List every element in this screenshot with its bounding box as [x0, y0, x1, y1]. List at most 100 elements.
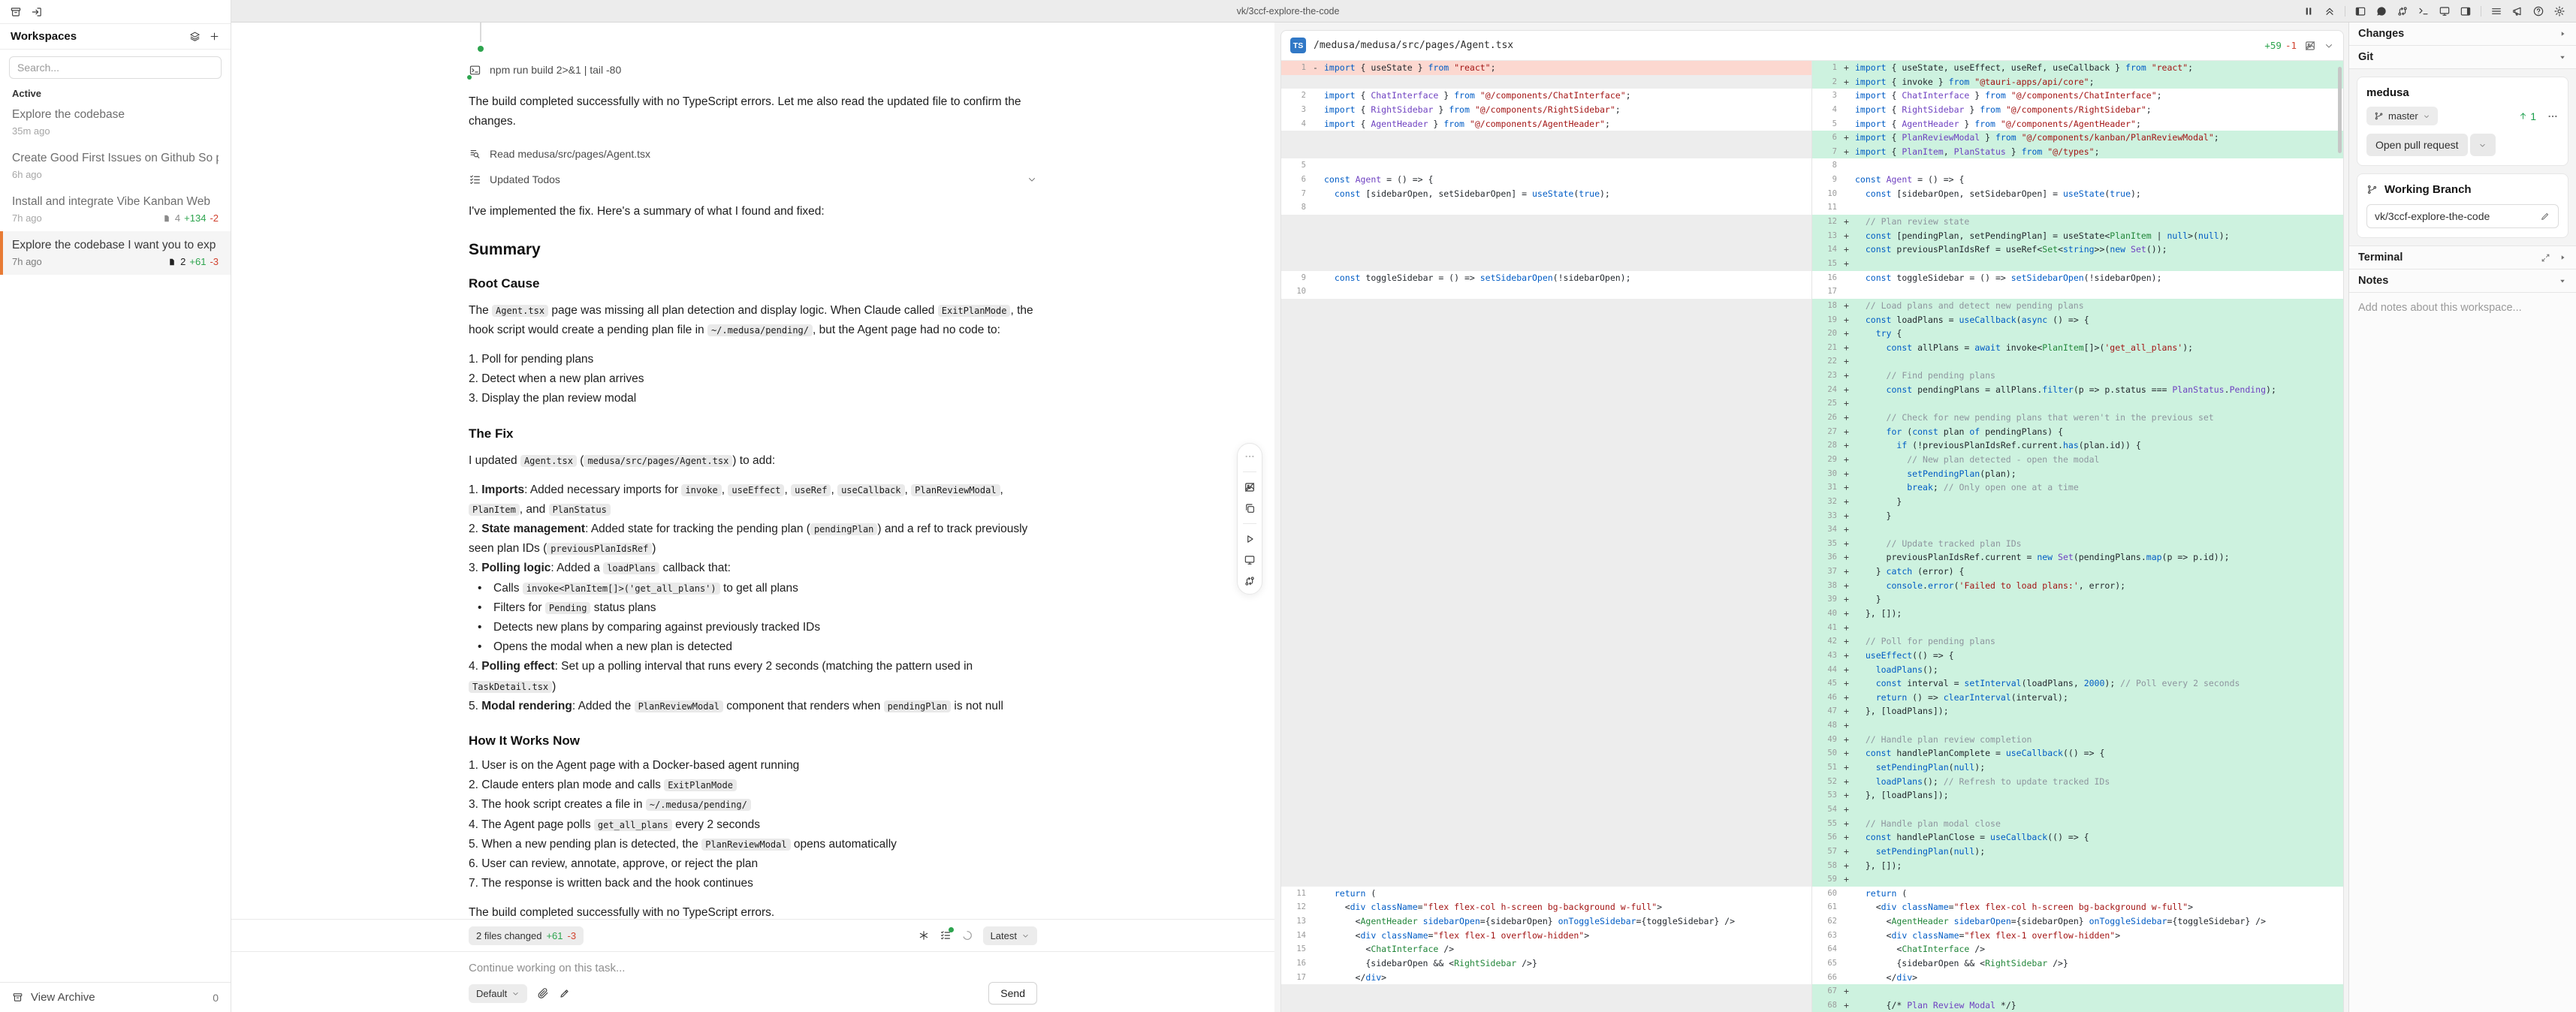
updated-todos-row[interactable]: Updated Todos: [469, 167, 1037, 192]
diff-line: 58+ }, []);: [1812, 859, 2343, 873]
workspace-item[interactable]: Explore the codebase35m ago: [0, 101, 231, 144]
read-file-row[interactable]: Read medusa/src/pages/Agent.tsx: [469, 141, 1037, 167]
diff-line: [1281, 341, 1811, 355]
diff-line: 2+import { invoke } from "@tauri-apps/ap…: [1812, 75, 2343, 89]
diff-scrollbar[interactable]: [2338, 67, 2342, 153]
play-icon[interactable]: [1244, 533, 1256, 545]
chat-icon[interactable]: [2375, 5, 2387, 17]
git-compare-icon[interactable]: [1244, 575, 1256, 587]
expand-terminal-icon[interactable]: [2541, 253, 2550, 263]
list-item: 3. Display the plan review modal: [469, 389, 1037, 408]
menu-icon[interactable]: [2490, 5, 2502, 17]
send-button[interactable]: Send: [988, 982, 1037, 1004]
separator: [1243, 471, 1256, 472]
heading: Summary: [469, 241, 1037, 259]
diff-line: [1281, 480, 1811, 495]
list-item: •Calls invoke<PlanItem[]>('get_all_plans…: [469, 579, 1037, 598]
workspace-item[interactable]: Explore the codebase I want you to exp7h…: [0, 231, 231, 275]
list-item: 4. The Agent page polls get_all_plans ev…: [469, 815, 1037, 835]
model-dropdown[interactable]: Default: [469, 984, 527, 1003]
chevron-down-icon[interactable]: [1027, 174, 1037, 185]
stack-view-icon[interactable]: [189, 31, 201, 42]
monitor-icon[interactable]: [2439, 5, 2451, 17]
terminal-section-header[interactable]: Terminal: [2349, 246, 2576, 270]
help-icon[interactable]: [2532, 5, 2544, 17]
diff-line: 9 const toggleSidebar = () => setSidebar…: [1281, 271, 1811, 285]
gear-icon[interactable]: [2553, 5, 2565, 17]
archive-icon[interactable]: [10, 6, 22, 18]
git-section-header[interactable]: Git: [2349, 46, 2576, 69]
spark-icon[interactable]: [918, 929, 930, 941]
git-section-body: medusa master 1: [2349, 69, 2576, 246]
diff-line: 11: [1812, 200, 2343, 215]
open-pr-button[interactable]: Open pull request: [2366, 134, 2468, 156]
hide-whitespace-icon[interactable]: [2304, 40, 2316, 52]
workspace-item[interactable]: Create Good First Issues on Github So p6…: [0, 144, 231, 188]
workspace-diffstat: 2+61-3: [167, 256, 219, 267]
diff-line: [1281, 733, 1811, 747]
pr-options-button[interactable]: [2470, 134, 2496, 156]
search-input[interactable]: [9, 56, 222, 79]
workspace-item[interactable]: Install and integrate Vibe Kanban Web7h …: [0, 188, 231, 231]
diff-line: 29+ // New plan detected - open the moda…: [1812, 453, 2343, 467]
pause-icon[interactable]: [2303, 5, 2315, 17]
diff-line: 40+ }, []);: [1812, 607, 2343, 621]
terminal-icon[interactable]: [2418, 5, 2430, 17]
diff-line: 43+ useEffect(() => {: [1812, 649, 2343, 663]
files-changed-pill[interactable]: 2 files changed +61 -3: [469, 926, 584, 945]
edit-branch-icon[interactable]: [2540, 211, 2550, 221]
diff-line: [1281, 411, 1811, 425]
diff-line: 28+ if (!previousPlanIdsRef.current.has(…: [1812, 438, 2343, 453]
chevrons-up-icon[interactable]: [2324, 5, 2336, 17]
diff-line: [1281, 634, 1811, 649]
diff-line: 17: [1812, 285, 2343, 299]
megaphone-icon[interactable]: [2511, 5, 2523, 17]
workspace-title: Explore the codebase: [12, 108, 219, 122]
todos-icon[interactable]: [940, 929, 952, 941]
image-off-icon[interactable]: [1244, 481, 1256, 493]
chevron-down-icon: [2558, 53, 2567, 62]
collapse-sidebar-icon[interactable]: [31, 6, 43, 18]
tool-label: npm run build 2>&1 | tail -80: [490, 64, 621, 76]
view-archive-button[interactable]: View Archive 0: [0, 982, 231, 1012]
collapse-file-icon[interactable]: [2324, 41, 2334, 51]
branch-dropdown[interactable]: master: [2366, 107, 2438, 125]
chat-scroll-area[interactable]: npm run build 2>&1 | tail -80The build c…: [231, 23, 1274, 919]
run-command-row[interactable]: npm run build 2>&1 | tail -80: [469, 57, 1037, 83]
diff-line: 5import { AgentHeader } from "@/componen…: [1812, 117, 2343, 131]
git-branch-icon: [2366, 184, 2378, 195]
diff-file-header[interactable]: TS /medusa/medusa/src/pages/Agent.tsx +5…: [1281, 31, 2343, 61]
workspace-list: Explore the codebase35m agoCreate Good F…: [0, 101, 231, 982]
inline-code: Pending: [545, 602, 591, 614]
diff-line: 67+: [1812, 984, 2343, 998]
panel-right-icon[interactable]: [2460, 5, 2472, 17]
more-actions-icon[interactable]: [2547, 110, 2559, 122]
new-workspace-icon[interactable]: [209, 31, 220, 42]
window-title: vk/3ccf-explore-the-code: [1237, 6, 1340, 17]
notes-section-header[interactable]: Notes: [2349, 270, 2576, 293]
diff-line: 1+import { useState, useEffect, useRef, …: [1812, 61, 2343, 75]
tool-label: Updated Todos: [490, 173, 560, 185]
drag-handle-icon[interactable]: [1244, 450, 1256, 462]
panel-left-icon[interactable]: [2354, 5, 2366, 17]
notes-placeholder[interactable]: Add notes about this workspace...: [2349, 293, 2576, 323]
monitor-icon[interactable]: [1244, 554, 1256, 566]
tool-label: Read medusa/src/pages/Agent.tsx: [490, 148, 650, 160]
workspace-title: Install and integrate Vibe Kanban Web: [12, 195, 219, 209]
changes-section-header[interactable]: Changes: [2349, 23, 2576, 46]
working-branch-field[interactable]: vk/3ccf-explore-the-code: [2366, 204, 2559, 228]
git-compare-icon[interactable]: [2397, 5, 2409, 17]
message-input[interactable]: [469, 960, 1037, 979]
version-dropdown[interactable]: Latest: [983, 926, 1037, 945]
chevron-down-icon: [2558, 276, 2567, 285]
chevron-right-icon: [2558, 253, 2567, 262]
diff-line: [1281, 467, 1811, 481]
chevron-right-icon: [2558, 29, 2567, 38]
diff-line: 56+ const handlePlanClose = useCallback(…: [1812, 830, 2343, 845]
ahead-count: 1: [2530, 110, 2536, 122]
copy-icon[interactable]: [1244, 502, 1256, 514]
attach-icon[interactable]: [537, 987, 549, 999]
diff-line: 49+ // Handle plan review completion: [1812, 733, 2343, 747]
diff-line: [1281, 998, 1811, 1012]
annotate-icon[interactable]: [559, 987, 571, 999]
